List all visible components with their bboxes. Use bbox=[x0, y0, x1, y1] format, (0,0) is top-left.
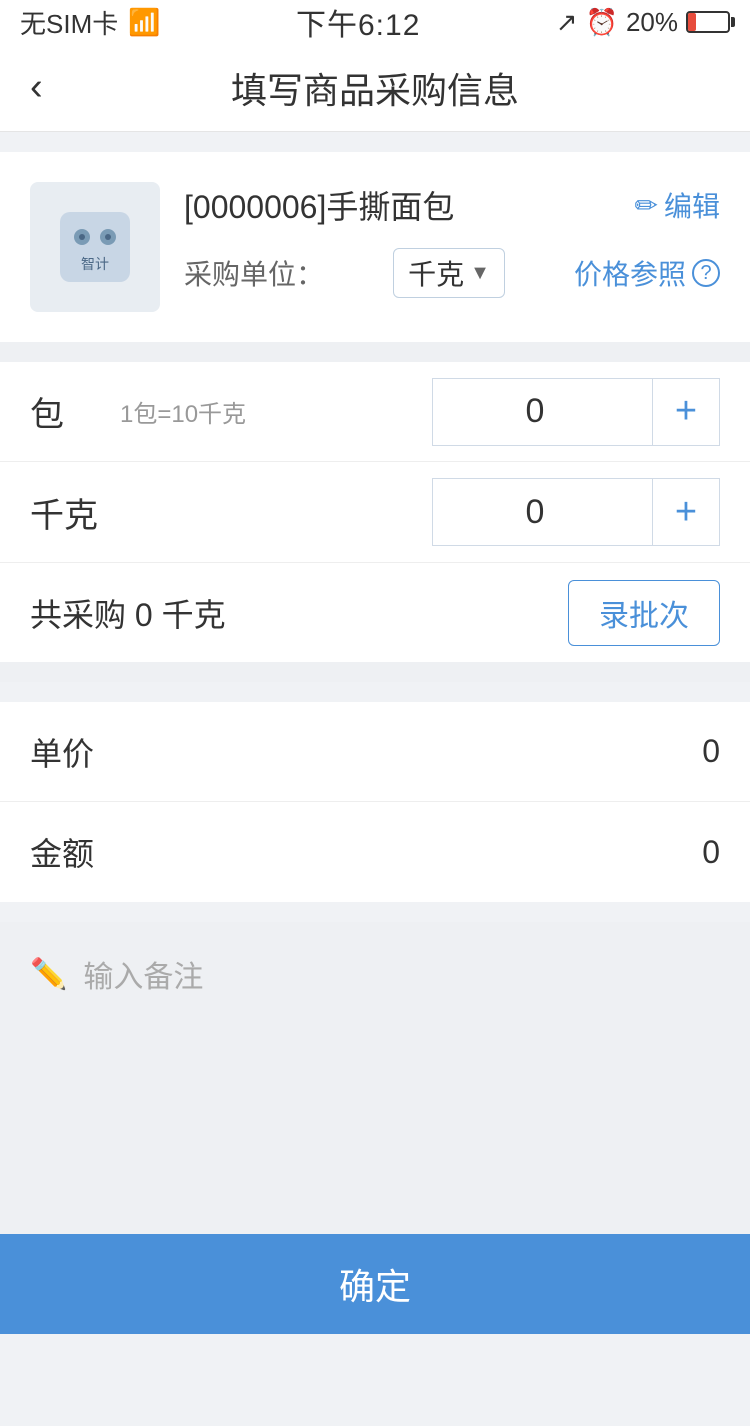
back-button[interactable]: ‹ bbox=[30, 66, 43, 109]
alarm-icon: ⏰ bbox=[586, 7, 618, 38]
carrier-text: 无SIM卡 bbox=[20, 4, 118, 41]
input-section: 包 1包=10千克 + 千克 + bbox=[0, 362, 750, 562]
unit-value: 千克 bbox=[408, 253, 464, 293]
pack-input-control: + bbox=[432, 378, 720, 446]
help-icon: ? bbox=[692, 259, 720, 287]
wifi-icon: 📶 bbox=[128, 7, 160, 38]
unit-select[interactable]: 千克 ▼ bbox=[393, 248, 505, 298]
batch-button[interactable]: 录批次 bbox=[568, 580, 720, 646]
battery-percent: 20% bbox=[626, 7, 678, 38]
status-bar: 无SIM卡 📶 下午6:12 ↗ ⏰ 20% bbox=[0, 0, 750, 44]
product-name: [0000006]手撕面包 bbox=[184, 182, 454, 228]
product-image: 智计 bbox=[30, 182, 160, 312]
location-icon: ↗ bbox=[556, 7, 578, 38]
kg-label: 千克 bbox=[30, 488, 110, 537]
edit-label: 编辑 bbox=[664, 185, 720, 225]
notes-placeholder: 输入备注 bbox=[83, 952, 203, 996]
price-ref-button[interactable]: 价格参照 ? bbox=[574, 253, 720, 293]
amount-row: 金额 0 bbox=[0, 802, 750, 902]
pencil-icon: ✏️ bbox=[30, 957, 67, 992]
page-title: 填写商品采购信息 bbox=[231, 62, 519, 114]
battery-icon bbox=[686, 11, 730, 33]
edit-icon: ✏ bbox=[635, 189, 658, 222]
confirm-button[interactable]: 确定 bbox=[0, 1234, 750, 1334]
pack-sublabel: 1包=10千克 bbox=[120, 394, 432, 429]
edit-link[interactable]: ✏ 编辑 bbox=[635, 185, 720, 225]
section-divider-2 bbox=[0, 662, 750, 682]
nav-bar: ‹ 填写商品采购信息 bbox=[0, 44, 750, 132]
status-bar-time: 下午6:12 bbox=[296, 0, 420, 44]
pack-input-row: 包 1包=10千克 + bbox=[0, 362, 750, 462]
status-bar-left: 无SIM卡 📶 bbox=[20, 4, 161, 41]
pack-label: 包 bbox=[30, 387, 110, 436]
price-ref-label: 价格参照 bbox=[574, 253, 686, 293]
summary-text: 共采购 0 千克 bbox=[30, 590, 226, 636]
unit-row: 采购单位： 千克 ▼ 价格参照 ? bbox=[184, 248, 720, 298]
pack-quantity-input[interactable] bbox=[432, 378, 652, 446]
unit-price-row: 单价 0 bbox=[0, 702, 750, 802]
kg-input-control: + bbox=[432, 478, 720, 546]
summary-row: 共采购 0 千克 录批次 bbox=[0, 562, 750, 662]
kg-input-row: 千克 + bbox=[0, 462, 750, 562]
svg-text:智计: 智计 bbox=[81, 256, 109, 272]
product-info: [0000006]手撕面包 ✏ 编辑 采购单位： 千克 ▼ 价格参照 ? bbox=[184, 182, 720, 298]
kg-quantity-input[interactable] bbox=[432, 478, 652, 546]
unit-price-label: 单价 bbox=[30, 729, 94, 775]
kg-plus-button[interactable]: + bbox=[652, 478, 720, 546]
amount-value: 0 bbox=[702, 834, 720, 871]
product-logo: 智计 bbox=[55, 207, 135, 287]
unit-label: 采购单位： bbox=[184, 253, 324, 293]
pack-plus-button[interactable]: + bbox=[652, 378, 720, 446]
price-section: 单价 0 金额 0 bbox=[0, 702, 750, 902]
battery-fill bbox=[688, 13, 696, 31]
amount-label: 金额 bbox=[30, 829, 94, 875]
status-bar-right: ↗ ⏰ 20% bbox=[556, 7, 730, 38]
notes-section[interactable]: ✏️ 输入备注 bbox=[0, 922, 750, 1026]
section-divider-1 bbox=[0, 342, 750, 362]
unit-price-value: 0 bbox=[702, 733, 720, 770]
product-name-row: [0000006]手撕面包 ✏ 编辑 bbox=[184, 182, 720, 228]
chevron-down-icon: ▼ bbox=[470, 262, 490, 285]
product-card: 智计 [0000006]手撕面包 ✏ 编辑 采购单位： 千克 ▼ bbox=[0, 152, 750, 342]
